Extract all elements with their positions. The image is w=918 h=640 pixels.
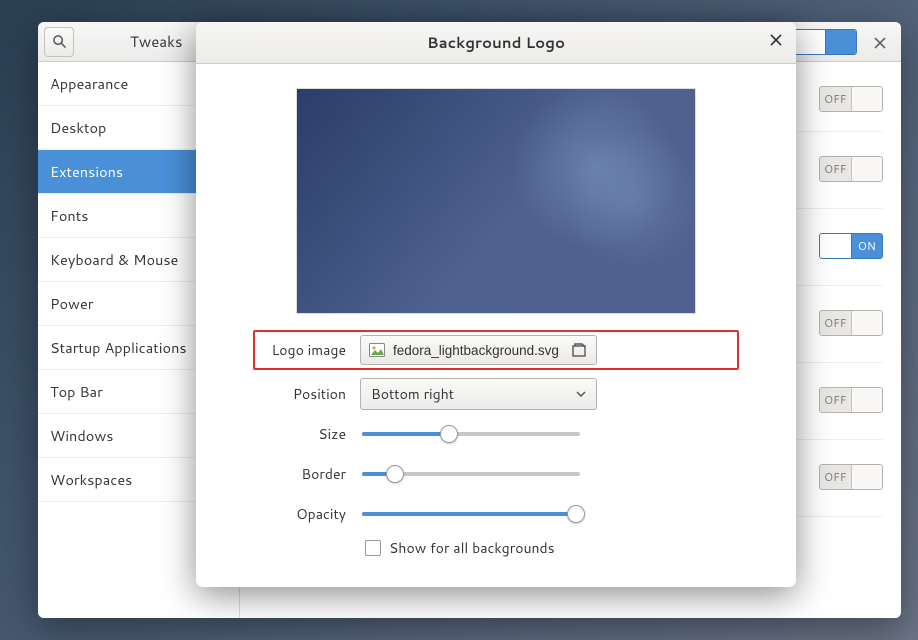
close-icon (874, 37, 886, 49)
extension-toggle[interactable]: OFF (819, 156, 883, 182)
border-row: Border (261, 454, 731, 494)
toggle-label: ON (852, 234, 883, 258)
background-logo-dialog: Background Logo Logo image fedora_lightb… (196, 22, 796, 587)
dialog-close-button[interactable] (770, 34, 782, 46)
logo-image-label: Logo image (261, 340, 346, 360)
border-label: Border (261, 464, 346, 484)
chevron-down-icon (576, 391, 586, 397)
border-slider[interactable] (362, 464, 580, 484)
position-value: Bottom right (371, 384, 454, 404)
dialog-form: Logo image fedora_lightbackground.svg Po… (261, 336, 731, 558)
sidebar-item-label: Workspaces (50, 469, 132, 490)
extension-toggle[interactable]: OFF (819, 310, 883, 336)
sidebar-item-label: Windows (50, 425, 113, 446)
toggle-label: OFF (820, 87, 851, 111)
slider-thumb[interactable] (386, 465, 404, 483)
slider-thumb[interactable] (440, 425, 458, 443)
position-row: Position Bottom right (261, 374, 731, 414)
dialog-title: Background Logo (427, 32, 565, 53)
open-file-icon (572, 343, 588, 357)
search-button[interactable] (44, 27, 74, 57)
dialog-header: Background Logo (196, 22, 796, 64)
image-file-icon (369, 343, 385, 357)
show-all-row: Show for all backgrounds (365, 538, 731, 558)
sidebar-item-label: Startup Applications (50, 337, 187, 358)
sidebar-item-label: Appearance (50, 73, 128, 94)
position-combobox[interactable]: Bottom right (360, 378, 597, 410)
opacity-row: Opacity (261, 494, 731, 534)
search-icon (52, 34, 67, 49)
show-all-label: Show for all backgrounds (389, 538, 555, 558)
position-label: Position (261, 384, 346, 404)
sidebar-item-label: Keyboard & Mouse (50, 249, 178, 270)
toggle-label: OFF (820, 157, 851, 181)
size-slider[interactable] (362, 424, 580, 444)
size-row: Size (261, 414, 731, 454)
sidebar-item-label: Top Bar (50, 381, 103, 402)
opacity-label: Opacity (261, 504, 346, 524)
toggle-label: OFF (820, 311, 851, 335)
logo-image-filename: fedora_lightbackground.svg (393, 343, 564, 358)
window-close-button[interactable] (869, 32, 891, 54)
dialog-body: Logo image fedora_lightbackground.svg Po… (196, 64, 796, 587)
extension-toggle[interactable]: OFF (819, 86, 883, 112)
close-icon (770, 34, 782, 46)
slider-thumb[interactable] (567, 505, 585, 523)
opacity-slider[interactable] (362, 504, 580, 524)
logo-image-row: Logo image fedora_lightbackground.svg (253, 330, 739, 370)
sidebar-item-label: Power (50, 293, 93, 314)
extensions-master-toggle[interactable] (793, 29, 857, 55)
size-label: Size (261, 424, 346, 444)
extension-toggle[interactable]: ON (819, 233, 883, 259)
extension-toggle[interactable]: OFF (819, 464, 883, 490)
wallpaper-preview (296, 88, 696, 314)
sidebar-item-label: Fonts (50, 205, 88, 226)
extension-toggle[interactable]: OFF (819, 387, 883, 413)
sidebar-item-label: Extensions (50, 161, 123, 182)
sidebar-item-label: Desktop (50, 117, 106, 138)
toggle-label: OFF (820, 388, 851, 412)
toggle-label: OFF (820, 465, 851, 489)
logo-image-file-chooser[interactable]: fedora_lightbackground.svg (360, 335, 597, 365)
show-all-checkbox[interactable] (365, 540, 381, 556)
